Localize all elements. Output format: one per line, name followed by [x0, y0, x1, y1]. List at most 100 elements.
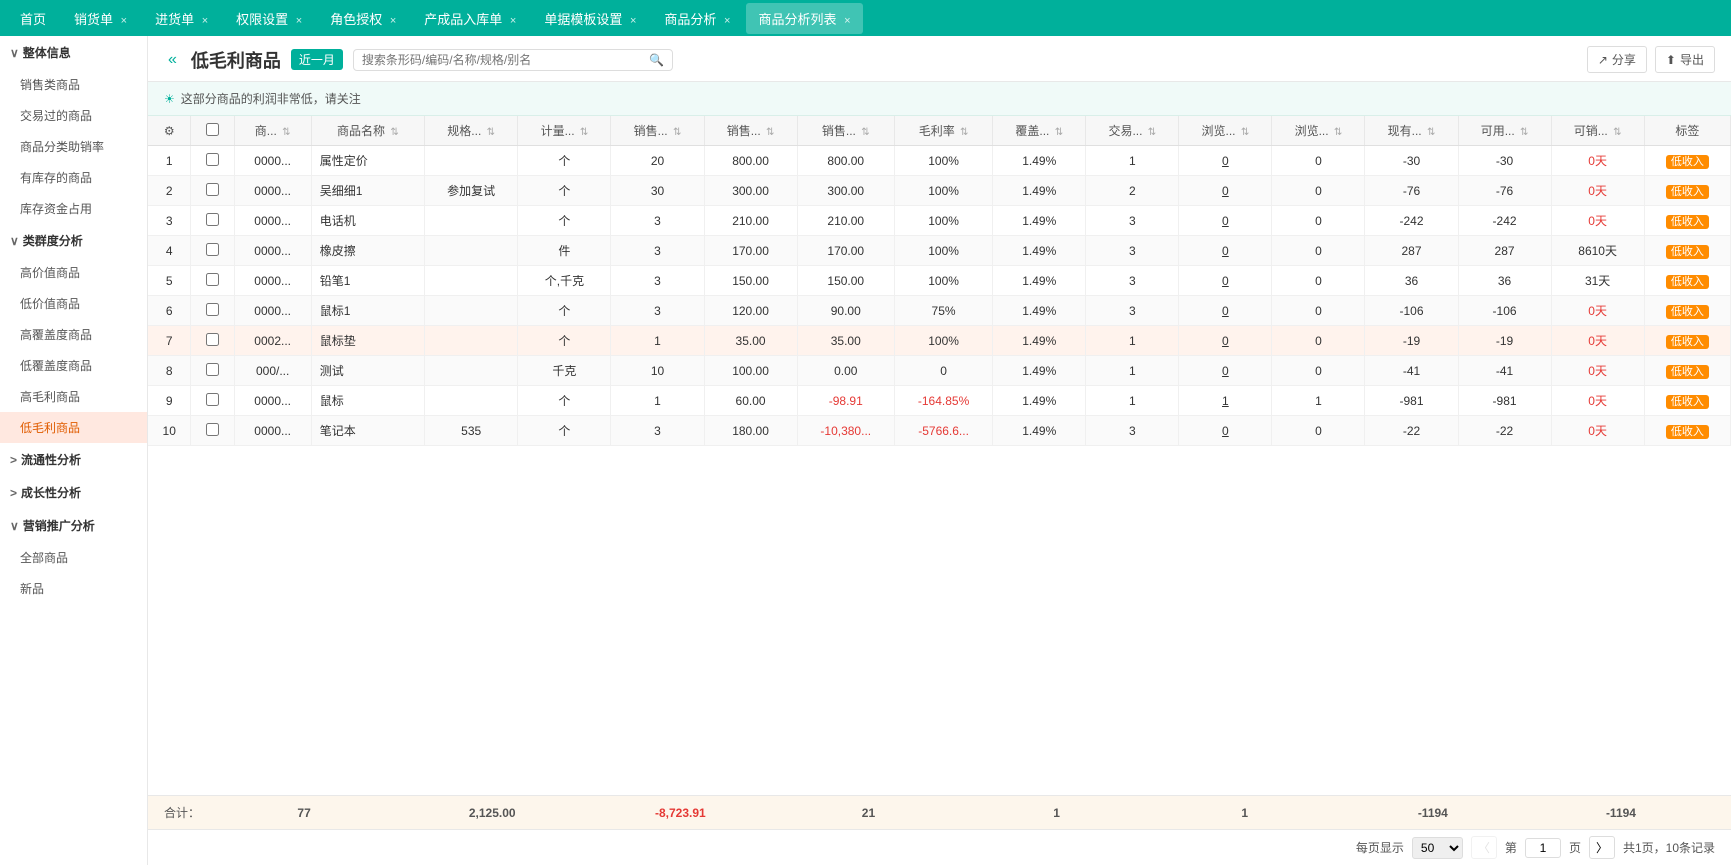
row-browse-link[interactable]: 0	[1179, 326, 1272, 356]
sidebar-item-low-coverage[interactable]: 低覆盖度商品	[0, 350, 147, 381]
select-all-checkbox[interactable]	[206, 123, 219, 136]
col-browse-link[interactable]: 浏览... ⇅	[1179, 116, 1272, 146]
sidebar-item-high-coverage[interactable]: 高覆盖度商品	[0, 319, 147, 350]
close-icon[interactable]: ×	[844, 15, 850, 27]
per-page-select[interactable]: 50 100 200	[1412, 837, 1463, 859]
col-sales-amt[interactable]: 销售... ⇅	[704, 116, 797, 146]
row-select-checkbox[interactable]	[206, 213, 219, 226]
row-checkbox[interactable]	[191, 386, 234, 416]
col-available[interactable]: 可用... ⇅	[1458, 116, 1551, 146]
prev-page-button[interactable]: 〈	[1471, 836, 1497, 859]
browse-link[interactable]: 0	[1222, 304, 1229, 318]
col-transactions[interactable]: 交易... ⇅	[1086, 116, 1179, 146]
nav-sales[interactable]: 销货单 ×	[62, 3, 139, 34]
col-name[interactable]: 商品名称 ⇅	[311, 116, 424, 146]
search-input[interactable]	[362, 53, 645, 67]
close-icon[interactable]: ×	[724, 15, 730, 27]
row-checkbox[interactable]	[191, 206, 234, 236]
row-browse-link[interactable]: 0	[1179, 296, 1272, 326]
col-browse-count[interactable]: 浏览... ⇅	[1272, 116, 1365, 146]
row-browse-link[interactable]: 0	[1179, 176, 1272, 206]
share-button[interactable]: ↗ 分享	[1587, 46, 1647, 73]
col-code[interactable]: 商... ⇅	[234, 116, 311, 146]
search-icon[interactable]: 🔍	[649, 53, 664, 67]
filter-tag-button[interactable]: 近一月	[291, 49, 343, 70]
row-checkbox[interactable]	[191, 356, 234, 386]
browse-link[interactable]: 0	[1222, 364, 1229, 378]
browse-link[interactable]: 0	[1222, 244, 1229, 258]
browse-link[interactable]: 0	[1222, 214, 1229, 228]
row-browse-link[interactable]: 0	[1179, 146, 1272, 176]
sidebar-item-all-goods[interactable]: 全部商品	[0, 542, 147, 573]
row-select-checkbox[interactable]	[206, 423, 219, 436]
sidebar-group-growth[interactable]: > 成长性分析	[0, 476, 147, 509]
nav-roles[interactable]: 角色授权 ×	[318, 3, 408, 34]
col-settings[interactable]: ⚙	[148, 116, 191, 146]
nav-product-analysis[interactable]: 商品分析 ×	[652, 3, 742, 34]
close-icon[interactable]: ×	[296, 15, 302, 27]
sidebar-group-marketing[interactable]: ∨ 营销推广分析	[0, 509, 147, 542]
row-browse-link[interactable]: 0	[1179, 266, 1272, 296]
export-button[interactable]: ⬆ 导出	[1655, 46, 1715, 73]
sidebar-item-low-margin[interactable]: 低毛利商品	[0, 412, 147, 443]
sidebar-item-stocked-goods[interactable]: 有库存的商品	[0, 162, 147, 193]
row-checkbox[interactable]	[191, 236, 234, 266]
sidebar-item-category-rate[interactable]: 商品分类助销率	[0, 131, 147, 162]
browse-link[interactable]: 1	[1222, 394, 1229, 408]
row-checkbox[interactable]	[191, 176, 234, 206]
next-page-button[interactable]: 〉	[1589, 836, 1615, 859]
close-icon[interactable]: ×	[630, 15, 636, 27]
sidebar-group-circulation[interactable]: > 流通性分析	[0, 443, 147, 476]
col-gross-rate[interactable]: 毛利率 ⇅	[894, 116, 992, 146]
row-browse-link[interactable]: 0	[1179, 356, 1272, 386]
row-browse-link[interactable]: 0	[1179, 416, 1272, 446]
sidebar-item-traded-goods[interactable]: 交易过的商品	[0, 100, 147, 131]
col-sales-profit[interactable]: 销售... ⇅	[797, 116, 894, 146]
close-icon[interactable]: ×	[121, 15, 127, 27]
browse-link[interactable]: 0	[1222, 274, 1229, 288]
row-checkbox[interactable]	[191, 146, 234, 176]
row-checkbox[interactable]	[191, 296, 234, 326]
row-browse-link[interactable]: 1	[1179, 386, 1272, 416]
sidebar-item-high-value[interactable]: 高价值商品	[0, 257, 147, 288]
nav-template[interactable]: 单据模板设置 ×	[532, 3, 648, 34]
sidebar-item-high-margin[interactable]: 高毛利商品	[0, 381, 147, 412]
browse-link[interactable]: 0	[1222, 154, 1229, 168]
sidebar-group-cluster[interactable]: ∨ 类群度分析	[0, 224, 147, 257]
row-browse-link[interactable]: 0	[1179, 206, 1272, 236]
row-select-checkbox[interactable]	[206, 273, 219, 286]
nav-product-entry[interactable]: 产成品入库单 ×	[412, 3, 528, 34]
row-checkbox[interactable]	[191, 266, 234, 296]
col-sales-qty[interactable]: 销售... ⇅	[611, 116, 704, 146]
row-select-checkbox[interactable]	[206, 183, 219, 196]
row-select-checkbox[interactable]	[206, 303, 219, 316]
row-browse-link[interactable]: 0	[1179, 236, 1272, 266]
sidebar-item-new-goods[interactable]: 新品	[0, 573, 147, 604]
row-select-checkbox[interactable]	[206, 153, 219, 166]
collapse-sidebar-button[interactable]: «	[164, 51, 181, 69]
col-saleable[interactable]: 可销... ⇅	[1551, 116, 1644, 146]
sidebar-item-low-value[interactable]: 低价值商品	[0, 288, 147, 319]
col-stock[interactable]: 现有... ⇅	[1365, 116, 1458, 146]
close-icon[interactable]: ×	[510, 15, 516, 27]
nav-analysis-list[interactable]: 商品分析列表 ×	[746, 3, 862, 34]
nav-purchase[interactable]: 进货单 ×	[143, 3, 220, 34]
page-number-input[interactable]	[1525, 838, 1561, 858]
row-checkbox[interactable]	[191, 326, 234, 356]
sidebar-item-inventory-capital[interactable]: 库存资金占用	[0, 193, 147, 224]
row-select-checkbox[interactable]	[206, 363, 219, 376]
sidebar-item-sales-goods[interactable]: 销售类商品	[0, 69, 147, 100]
row-select-checkbox[interactable]	[206, 333, 219, 346]
close-icon[interactable]: ×	[202, 15, 208, 27]
col-spec[interactable]: 规格... ⇅	[424, 116, 517, 146]
row-checkbox[interactable]	[191, 416, 234, 446]
close-icon[interactable]: ×	[390, 15, 396, 27]
row-select-checkbox[interactable]	[206, 393, 219, 406]
nav-home[interactable]: 首页	[8, 3, 58, 34]
row-select-checkbox[interactable]	[206, 243, 219, 256]
col-unit[interactable]: 计量... ⇅	[518, 116, 611, 146]
nav-permissions[interactable]: 权限设置 ×	[224, 3, 314, 34]
browse-link[interactable]: 0	[1222, 424, 1229, 438]
sidebar-group-overall[interactable]: ∨ 整体信息	[0, 36, 147, 69]
browse-link[interactable]: 0	[1222, 334, 1229, 348]
